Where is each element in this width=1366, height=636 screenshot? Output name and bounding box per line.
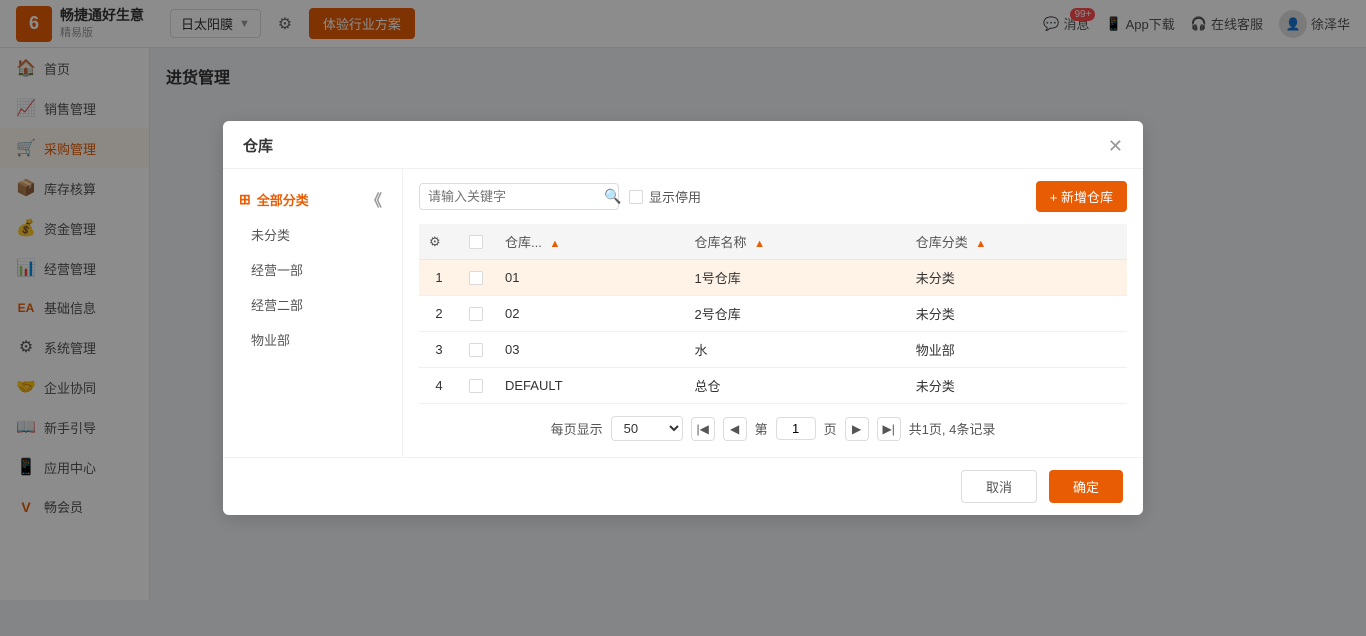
row-index: 4 [419,368,459,404]
cancel-button[interactable]: 取消 [961,470,1037,503]
add-warehouse-button[interactable]: + 新增仓库 [1036,181,1127,212]
category-item-operations-2[interactable]: 经营二部 [223,287,402,322]
row-checkbox[interactable] [469,379,483,393]
dialog-toolbar: 🔍 显示停用 + 新增仓库 [419,181,1127,212]
page-label: 第 [755,419,768,438]
table-row[interactable]: 2 02 2号仓库 未分类 [419,296,1127,332]
next-page-button[interactable]: ▶ [845,417,869,441]
warehouse-table-wrap: ⚙ 仓库... ▲ 仓库名称 ▲ 仓库分类 ▲ 1 [419,224,1127,404]
modal-overlay: 仓库 ✕ ⊞ 全部分类 《 未分类 经营一部 经营二部 物业部 [0,0,1366,636]
row-index: 2 [419,296,459,332]
row-name: 1号仓库 [685,260,906,296]
dialog-footer: 取消 确定 [223,457,1143,515]
row-name: 2号仓库 [685,296,906,332]
row-checkbox[interactable] [469,271,483,285]
category-sidebar: ⊞ 全部分类 《 未分类 经营一部 经营二部 物业部 [223,169,403,457]
dialog-close-button[interactable]: ✕ [1108,137,1123,155]
pagination: 每页显示 50 100 |◀ ◀ 第 页 ▶ ▶| 共1页, 4条记录 [419,404,1127,445]
row-checkbox[interactable] [469,307,483,321]
row-category: 未分类 [906,296,1127,332]
th-category: 仓库分类 ▲ [906,224,1127,260]
row-code: 03 [495,332,685,368]
search-input[interactable] [428,189,604,204]
category-item-operations-1[interactable]: 经营一部 [223,252,402,287]
th-check [459,224,495,260]
dialog-body: ⊞ 全部分类 《 未分类 经营一部 经营二部 物业部 🔍 [223,169,1143,457]
category-item-unclassified[interactable]: 未分类 [223,217,402,252]
row-code: DEFAULT [495,368,685,404]
page-number-input[interactable] [776,417,816,440]
th-name: 仓库名称 ▲ [685,224,906,260]
grid-icon: ⊞ [239,191,251,208]
category-item-property[interactable]: 物业部 [223,322,402,357]
confirm-button[interactable]: 确定 [1049,470,1123,503]
row-name: 水 [685,332,906,368]
select-all-checkbox[interactable] [469,235,483,249]
row-category: 物业部 [906,332,1127,368]
row-category: 未分类 [906,260,1127,296]
row-checkbox-cell [459,368,495,404]
warehouse-table: ⚙ 仓库... ▲ 仓库名称 ▲ 仓库分类 ▲ 1 [419,224,1127,404]
sort-icon: ▲ [975,238,986,250]
show-disabled-label[interactable]: 显示停用 [629,187,701,206]
all-categories-button[interactable]: ⊞ 全部分类 《 [223,181,402,217]
table-row[interactable]: 3 03 水 物业部 [419,332,1127,368]
row-code: 01 [495,260,685,296]
sort-icon: ▲ [754,238,765,250]
row-index: 3 [419,332,459,368]
sort-icon: ▲ [549,238,560,250]
dialog-main: 🔍 显示停用 + 新增仓库 ⚙ [403,169,1143,457]
warehouse-dialog: 仓库 ✕ ⊞ 全部分类 《 未分类 经营一部 经营二部 物业部 [223,121,1143,515]
row-code: 02 [495,296,685,332]
show-disabled-text: 显示停用 [649,187,701,206]
row-category: 未分类 [906,368,1127,404]
table-row[interactable]: 1 01 1号仓库 未分类 [419,260,1127,296]
page-suffix: 页 [824,419,837,438]
row-checkbox-cell [459,296,495,332]
row-checkbox-cell [459,260,495,296]
row-index: 1 [419,260,459,296]
all-categories-label: 全部分类 [257,190,309,209]
collapse-icon[interactable]: 《 [362,187,386,211]
dialog-title: 仓库 [243,135,273,156]
dialog-header: 仓库 ✕ [223,121,1143,169]
show-disabled-checkbox[interactable] [629,190,643,204]
last-page-button[interactable]: ▶| [877,417,901,441]
prev-page-button[interactable]: ◀ [723,417,747,441]
row-checkbox-cell [459,332,495,368]
table-row[interactable]: 4 DEFAULT 总仓 未分类 [419,368,1127,404]
first-page-button[interactable]: |◀ [691,417,715,441]
row-name: 总仓 [685,368,906,404]
th-gear: ⚙ [419,224,459,260]
total-records: 共1页, 4条记录 [909,419,996,438]
per-page-select[interactable]: 50 100 [611,416,683,441]
search-box: 🔍 [419,183,619,210]
row-checkbox[interactable] [469,343,483,357]
th-code: 仓库... ▲ [495,224,685,260]
per-page-label: 每页显示 [551,419,603,438]
search-icon: 🔍 [604,188,621,205]
